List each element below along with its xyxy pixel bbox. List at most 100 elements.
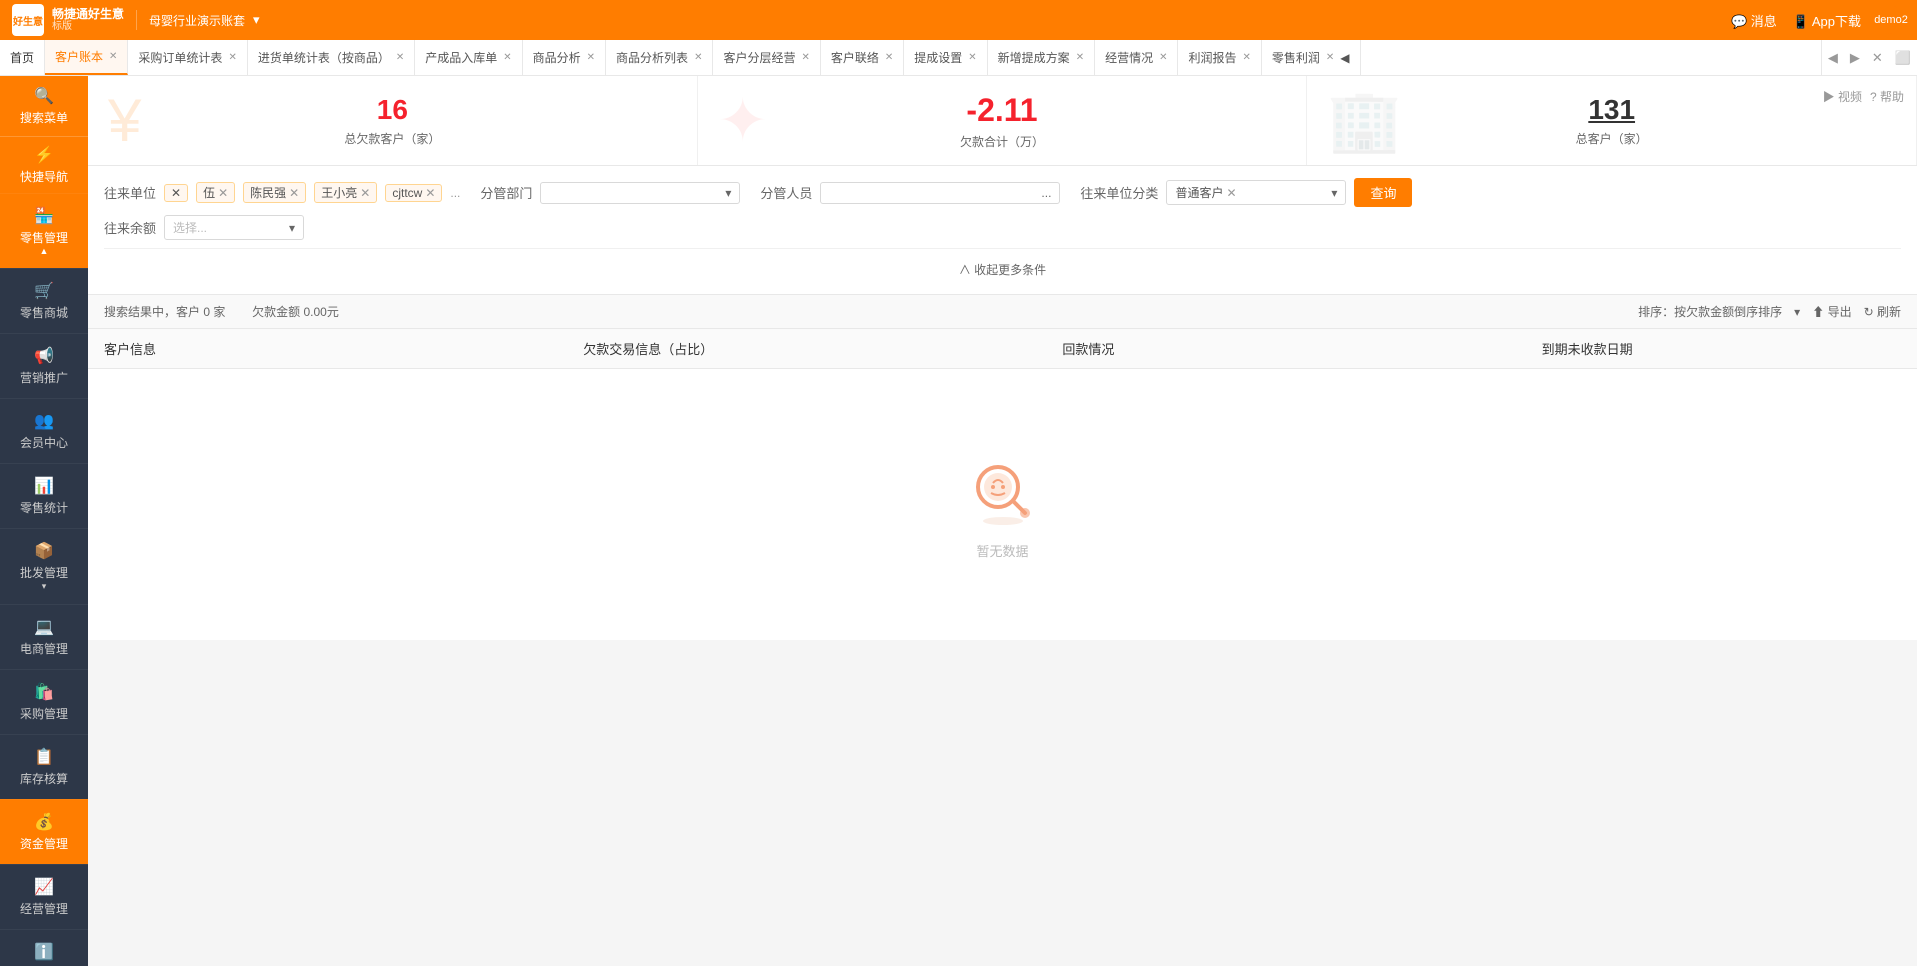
debt-amount: 0.00元 xyxy=(303,305,338,319)
tag-close-normal[interactable]: ✕ xyxy=(1226,186,1236,200)
close-icon[interactable]: ✕ xyxy=(694,52,702,63)
tab-purchase-stats-product[interactable]: 进货单统计表（按商品） ✕ xyxy=(248,40,415,75)
inventory-icon: 📋 xyxy=(8,747,80,767)
sidebar-item-basic-info[interactable]: ℹ️ 基础信息 xyxy=(0,929,88,966)
search-count-label: 搜索结果中，客户 xyxy=(104,305,200,319)
filter-more-btn[interactable]: ... xyxy=(450,186,460,200)
tab-product-analysis-list[interactable]: 商品分析列表 ✕ xyxy=(606,40,713,75)
tag-close-cjttcw[interactable]: ✕ xyxy=(425,186,435,200)
tag-close-wu[interactable]: ✕ xyxy=(218,186,228,200)
tab-prev-arrow[interactable]: ◀ xyxy=(1822,50,1844,66)
close-icon[interactable]: ✕ xyxy=(968,52,976,63)
top-bar: 好生意 畅捷通好生意 标版 母婴行业演示账套 ▾ 💬 消息 📱 App下载 de… xyxy=(0,0,1917,40)
help-btn[interactable]: ? 帮助 xyxy=(1870,88,1904,105)
user-avatar[interactable]: demo2 xyxy=(1877,6,1905,34)
tab-home[interactable]: 首页 xyxy=(0,40,45,75)
result-actions: 排序：按欠款金额倒序排序 ▾ ⬆ 导出 ↻ 刷新 xyxy=(1638,303,1901,320)
filter-tag-chen: 陈民强 ✕ xyxy=(243,182,306,203)
close-icon[interactable]: ✕ xyxy=(503,52,511,63)
account-selector[interactable]: 母婴行业演示账套 xyxy=(149,12,245,29)
sidebar-inventory-label: 库存核算 xyxy=(8,770,80,787)
tag-close-chen[interactable]: ✕ xyxy=(289,186,299,200)
sidebar-item-search[interactable]: 🔍 搜索菜单 xyxy=(0,76,88,136)
tab-maximize[interactable]: ⬜ xyxy=(1889,50,1917,66)
sidebar-item-purchase-mgmt[interactable]: 🛍️ 采购管理 xyxy=(0,669,88,734)
tab-label: 产成品入库单 xyxy=(425,49,497,66)
balance-select[interactable]: 选择... ▾ xyxy=(164,215,304,240)
sidebar-item-wholesale-mgmt[interactable]: 📦 批发管理 ▾ xyxy=(0,528,88,604)
close-icon[interactable]: ✕ xyxy=(587,52,595,63)
tab-label: 新增提成方案 xyxy=(998,49,1070,66)
th-debt-transactions: 欠款交易信息（占比） xyxy=(583,339,1062,358)
close-icon[interactable]: ✕ xyxy=(1076,52,1084,63)
tab-business-situation[interactable]: 经营情况 ✕ xyxy=(1095,40,1178,75)
close-icon[interactable]: ✕ xyxy=(1243,52,1251,63)
video-btn[interactable]: ▶ 视频 xyxy=(1823,88,1862,105)
selector-arrow[interactable]: ▾ xyxy=(253,12,260,28)
close-icon[interactable]: ✕ xyxy=(801,52,809,63)
result-info: 搜索结果中，客户 0 家 欠款金额 0.00元 xyxy=(104,303,339,320)
tab-customer-ledger[interactable]: 客户账本 ✕ xyxy=(45,40,128,75)
sidebar-wholesale-label: 批发管理 xyxy=(8,564,80,581)
sidebar-item-member-center[interactable]: 👥 会员中心 xyxy=(0,398,88,463)
balance-filter-label: 往来余额 xyxy=(104,218,156,237)
unit-filter-label: 往来单位 xyxy=(104,183,156,202)
export-icon: ⬆ xyxy=(1812,305,1824,319)
tab-profit-report[interactable]: 利润报告 ✕ xyxy=(1178,40,1261,75)
close-icon[interactable]: ✕ xyxy=(109,51,117,62)
sidebar-item-finance-mgmt[interactable]: 💰 资金管理 xyxy=(0,799,88,864)
refresh-btn[interactable]: ↻ 刷新 xyxy=(1864,303,1901,320)
unit-class-select[interactable]: 普通客户 ✕ ▾ xyxy=(1166,180,1346,205)
balance-dropdown-icon: ▾ xyxy=(289,221,295,235)
tab-label: 提成设置 xyxy=(914,49,962,66)
tab-close-all[interactable]: ✕ xyxy=(1866,50,1889,66)
stat-actions: ▶ 视频 ? 帮助 xyxy=(1823,88,1904,105)
expand-icon: ▲ xyxy=(8,246,80,256)
sidebar-item-inventory-check[interactable]: 📋 库存核算 xyxy=(0,734,88,799)
close-icon[interactable]: ✕ xyxy=(396,52,404,63)
empty-state: 暂无数据 xyxy=(88,369,1917,640)
tab-reminder-settings[interactable]: 提成设置 ✕ xyxy=(904,40,987,75)
unit-class-label: 往来单位分类 xyxy=(1080,183,1158,202)
th-customer-info: 客户信息 xyxy=(104,339,583,358)
close-icon[interactable]: ✕ xyxy=(1326,52,1334,63)
close-icon[interactable]: ✕ xyxy=(1159,52,1167,63)
close-icon[interactable]: ✕ xyxy=(228,52,236,63)
sort-dropdown-icon[interactable]: ▾ xyxy=(1794,305,1800,319)
sidebar-retail-mall-label: 零售商城 xyxy=(8,304,80,321)
tab-purchase-order-stats[interactable]: 采购订单统计表 ✕ xyxy=(128,40,247,75)
sidebar-item-ecommerce[interactable]: 💻 电商管理 xyxy=(0,604,88,669)
app-logo: 好生意 xyxy=(12,4,44,36)
export-btn[interactable]: ⬆ 导出 xyxy=(1812,303,1851,320)
close-icon[interactable]: ✕ xyxy=(885,52,893,63)
tab-production-inbound[interactable]: 产成品入库单 ✕ xyxy=(415,40,522,75)
refresh-icon: ↻ xyxy=(1864,305,1874,319)
sidebar-item-quick-nav[interactable]: ⚡ 快捷导航 xyxy=(0,136,88,193)
query-button[interactable]: 查询 xyxy=(1354,178,1412,207)
tab-new-achievement[interactable]: 新增提成方案 ✕ xyxy=(988,40,1095,75)
person-more-icon[interactable]: ... xyxy=(1041,186,1051,200)
result-bar: 搜索结果中，客户 0 家 欠款金额 0.00元 排序：按欠款金额倒序排序 ▾ ⬆… xyxy=(88,295,1917,329)
tag-close-wang[interactable]: ✕ xyxy=(360,186,370,200)
sidebar-item-retail-mgmt[interactable]: 🏪 零售管理 ▲ xyxy=(0,193,88,268)
person-select[interactable]: ... xyxy=(820,182,1060,204)
sort-label: 排序：按欠款金额倒序排序 xyxy=(1638,303,1782,320)
balance-placeholder: 选择... xyxy=(173,219,207,236)
sidebar-item-retail-stats[interactable]: 📊 零售统计 xyxy=(0,463,88,528)
app-download-btn[interactable]: 📱 App下载 xyxy=(1793,11,1861,30)
sidebar-item-retail-mall[interactable]: 🛒 零售商城 xyxy=(0,268,88,333)
tab-retail-profit[interactable]: 零售利润 ✕ ◀ xyxy=(1262,40,1361,75)
tab-next-arrow[interactable]: ▶ xyxy=(1844,50,1866,66)
sidebar-item-marketing[interactable]: 📢 营销推广 xyxy=(0,333,88,398)
tab-customer-segmentation[interactable]: 客户分层经营 ✕ xyxy=(713,40,820,75)
sidebar-item-operations-mgmt[interactable]: 📈 经营管理 xyxy=(0,864,88,929)
table-header: 客户信息 欠款交易信息（占比） 回款情况 到期未收款日期 xyxy=(88,329,1917,369)
data-table: 客户信息 欠款交易信息（占比） 回款情况 到期未收款日期 xyxy=(88,329,1917,640)
dept-select[interactable]: ▾ xyxy=(540,182,740,204)
empty-text: 暂无数据 xyxy=(976,541,1028,560)
top-bar-left: 好生意 畅捷通好生意 标版 母婴行业演示账套 ▾ xyxy=(12,4,260,36)
message-btn[interactable]: 💬 消息 xyxy=(1731,11,1777,30)
collapse-btn[interactable]: ∧ 收起更多条件 xyxy=(951,257,1054,282)
tab-customer-contact[interactable]: 客户联络 ✕ xyxy=(821,40,904,75)
tab-product-analysis[interactable]: 商品分析 ✕ xyxy=(523,40,606,75)
